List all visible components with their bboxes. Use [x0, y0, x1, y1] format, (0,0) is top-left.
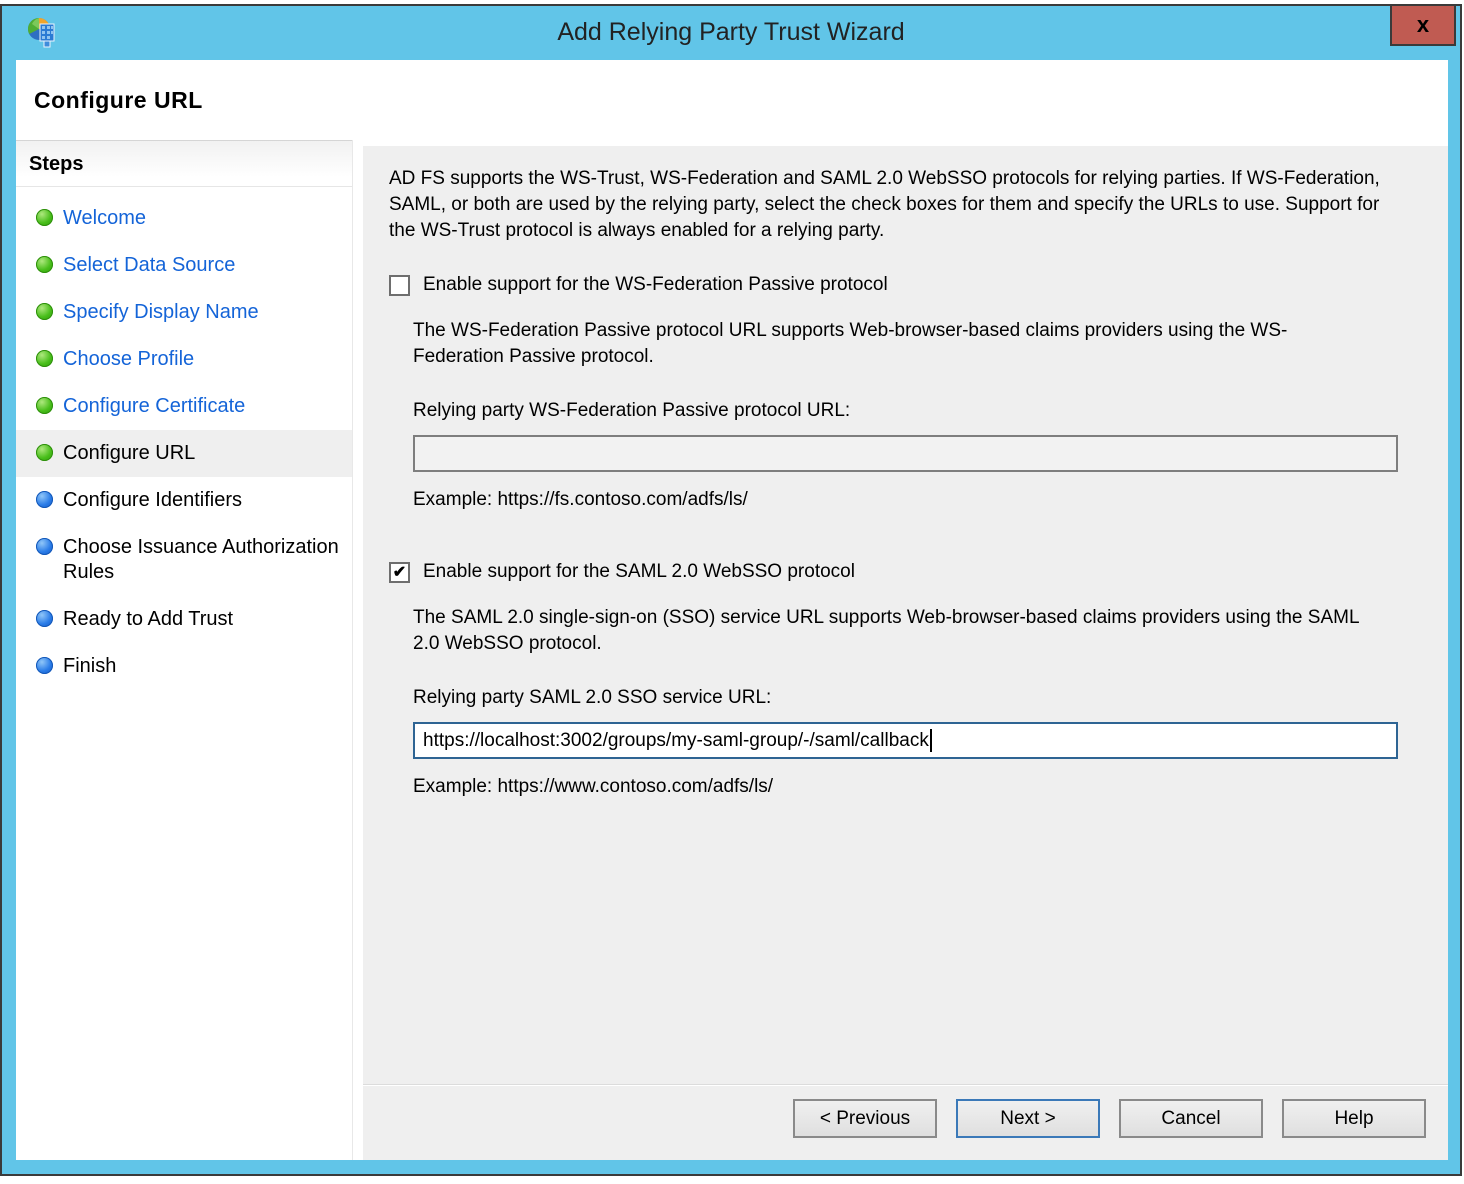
saml-description: The SAML 2.0 single-sign-on (SSO) servic…	[413, 605, 1378, 657]
saml-section: ✔ Enable support for the SAML 2.0 WebSSO…	[389, 561, 1398, 798]
sidebar-step: Choose Issuance Authorization Rules	[16, 524, 352, 596]
wizard-dialog: Configure URL Steps Welcome Select Data S…	[16, 60, 1448, 1160]
step-label: Select Data Source	[63, 253, 235, 278]
sidebar-step: Ready to Add Trust	[16, 596, 352, 643]
sidebar-step: Finish	[16, 643, 352, 690]
steps-list: Welcome Select Data Source Specify Display…	[16, 187, 352, 690]
wsfed-example-text: Example: https://fs.contoso.com/adfs/ls/	[413, 489, 1398, 511]
step-bullet-icon	[36, 209, 53, 226]
step-label: Ready to Add Trust	[63, 607, 233, 632]
step-label: Configure URL	[63, 441, 195, 466]
page-title: Configure URL	[34, 87, 203, 114]
text-caret	[930, 729, 932, 752]
close-button[interactable]: x	[1390, 6, 1456, 46]
saml-sso-url-value: https://localhost:3002/groups/my-saml-gr…	[423, 730, 929, 752]
step-bullet-icon	[36, 491, 53, 508]
step-label: Choose Profile	[63, 347, 194, 372]
step-bullet-icon	[36, 610, 53, 627]
cancel-button[interactable]: Cancel	[1119, 1099, 1263, 1138]
sidebar-step[interactable]: Specify Display Name	[16, 289, 352, 336]
step-label: Choose Issuance Authorization Rules	[63, 535, 344, 585]
wsfed-checkbox-label[interactable]: Enable support for the WS-Federation Pas…	[423, 274, 888, 296]
intro-text: AD FS supports the WS-Trust, WS-Federati…	[389, 166, 1386, 244]
dialog-header: Configure URL	[16, 60, 1448, 140]
step-bullet-icon	[36, 444, 53, 461]
step-label: Finish	[63, 654, 116, 679]
sidebar-step: Configure Identifiers	[16, 477, 352, 524]
step-bullet-icon	[36, 657, 53, 674]
step-bullet-icon	[36, 397, 53, 414]
step-label: Welcome	[63, 206, 146, 231]
titlebar: Add Relying Party Trust Wizard x	[2, 6, 1460, 58]
wsfed-url-label: Relying party WS-Federation Passive prot…	[413, 400, 1398, 422]
saml-checkbox-label[interactable]: Enable support for the SAML 2.0 WebSSO p…	[423, 561, 855, 583]
sidebar-step[interactable]: Configure Certificate	[16, 383, 352, 430]
sidebar-step[interactable]: Select Data Source	[16, 242, 352, 289]
button-bar: < Previous Next > Cancel Help	[363, 1084, 1448, 1160]
step-bullet-icon	[36, 538, 53, 555]
saml-url-label: Relying party SAML 2.0 SSO service URL:	[413, 687, 1398, 709]
steps-sidebar: Steps Welcome Select Data Source Specify D…	[16, 140, 353, 1160]
wizard-window: Add Relying Party Trust Wizard x Configu…	[0, 4, 1462, 1176]
saml-example-text: Example: https://www.contoso.com/adfs/ls…	[413, 776, 1398, 798]
step-label: Configure Identifiers	[63, 488, 242, 513]
window-title: Add Relying Party Trust Wizard	[2, 6, 1460, 58]
next-button[interactable]: Next >	[956, 1099, 1100, 1138]
previous-button[interactable]: < Previous	[793, 1099, 937, 1138]
step-bullet-icon	[36, 350, 53, 367]
saml-sso-url-input[interactable]: https://localhost:3002/groups/my-saml-gr…	[413, 722, 1398, 759]
wsfed-checkbox[interactable]	[389, 275, 410, 296]
sidebar-step[interactable]: Welcome	[16, 195, 352, 242]
step-label: Specify Display Name	[63, 300, 259, 325]
sidebar-step[interactable]: Choose Profile	[16, 336, 352, 383]
wsfed-url-input	[413, 435, 1398, 472]
sidebar-step: Configure URL	[16, 430, 352, 477]
wsfed-description: The WS-Federation Passive protocol URL s…	[413, 318, 1378, 370]
step-label: Configure Certificate	[63, 394, 245, 419]
content-panel: AD FS supports the WS-Trust, WS-Federati…	[363, 146, 1448, 1160]
sidebar-content-gap	[353, 140, 363, 1160]
saml-checkbox[interactable]: ✔	[389, 562, 410, 583]
step-bullet-icon	[36, 303, 53, 320]
steps-heading: Steps	[16, 140, 352, 187]
wsfed-section: Enable support for the WS-Federation Pas…	[389, 274, 1398, 511]
help-button[interactable]: Help	[1282, 1099, 1426, 1138]
step-bullet-icon	[36, 256, 53, 273]
